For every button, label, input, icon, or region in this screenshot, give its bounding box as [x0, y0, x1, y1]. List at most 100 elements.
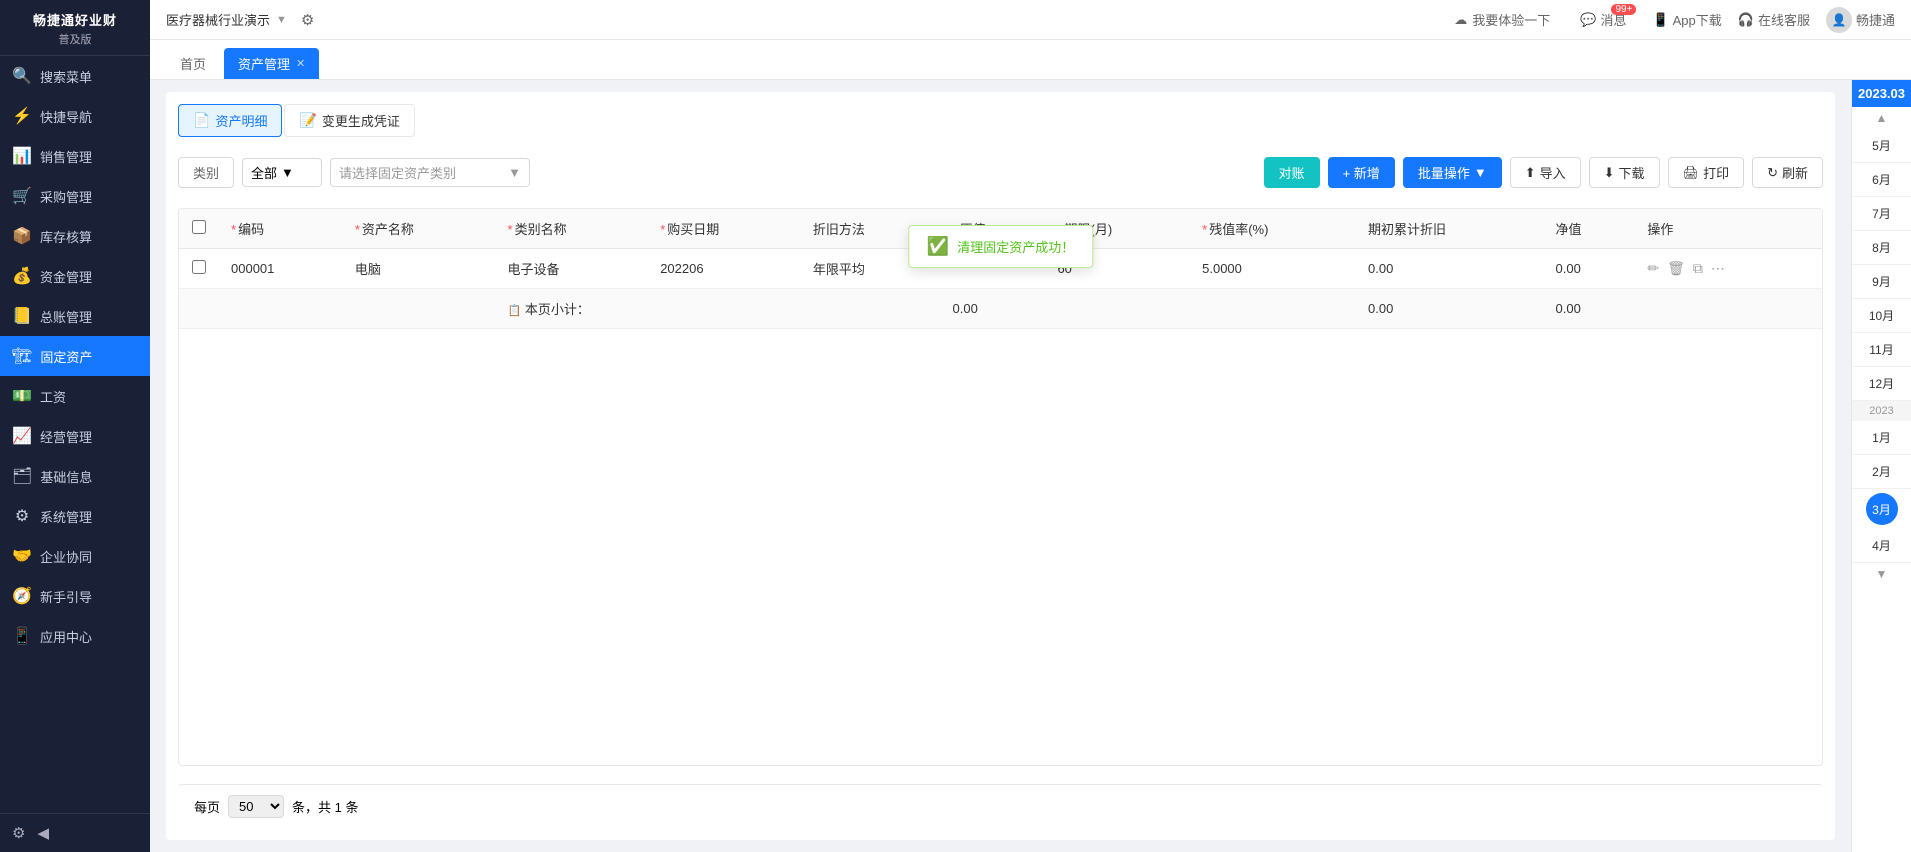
th-initial-accumulated: 期初累计折旧	[1356, 209, 1543, 249]
sidebar-item-search[interactable]: 🔍 搜索菜单	[0, 56, 150, 96]
delete-icon[interactable]: 🗑	[1667, 260, 1685, 277]
calendar-month-12[interactable]: 12月	[1852, 367, 1911, 401]
tab-close-icon[interactable]: ✕	[296, 57, 305, 70]
download-button[interactable]: ⬇ 下载	[1589, 157, 1660, 188]
edit-icon[interactable]: ✏	[1647, 260, 1659, 277]
sales-icon: 📊	[12, 146, 32, 166]
message-btn[interactable]: 💬 消息 99+	[1580, 10, 1626, 29]
asset-detail-icon: 📄	[193, 112, 210, 129]
refresh-icon: ↻	[1767, 165, 1778, 181]
import-button[interactable]: ⬆ 导入	[1510, 157, 1581, 188]
calendar-month-1[interactable]: 1月	[1852, 421, 1911, 455]
sidebar-item-guide[interactable]: 🧭 新手引导	[0, 576, 150, 616]
app-download-label: App下载	[1673, 10, 1722, 29]
sidebar-item-label: 快捷导航	[40, 107, 92, 126]
calendar-month-7[interactable]: 7月	[1852, 197, 1911, 231]
sidebar-item-inventory[interactable]: 📦 库存核算	[0, 216, 150, 256]
calendar-month-3[interactable]: 3月	[1866, 493, 1898, 525]
operations-icon: 📈	[12, 426, 32, 446]
app-subtitle: 普及版	[59, 31, 92, 47]
sidebar-item-system[interactable]: ⚙ 系统管理	[0, 496, 150, 536]
subtab-asset-detail[interactable]: 📄 资产明细	[178, 104, 282, 137]
sidebar-item-app-center[interactable]: 📱 应用中心	[0, 616, 150, 656]
sidebar-item-purchase[interactable]: 🛒 采购管理	[0, 176, 150, 216]
calendar-month-5[interactable]: 5月	[1852, 129, 1911, 163]
more-icon[interactable]: ⋯	[1711, 260, 1725, 277]
sidebar-item-label: 总账管理	[40, 307, 92, 326]
new-button[interactable]: + 新增	[1328, 157, 1395, 188]
sidebar-item-label: 工资	[40, 387, 66, 406]
sidebar-item-base-info[interactable]: 🗂 基础信息	[0, 456, 150, 496]
asset-category-placeholder: 请选择固定资产类别	[339, 163, 456, 182]
toast-message: 清理固定资产成功！	[957, 237, 1074, 256]
calendar-down-icon[interactable]: ▼	[1852, 563, 1911, 585]
table-wrap: *编码 *资产名称 *类别名称 *购买日期 折旧方法 *原值 *期限(月) *残…	[178, 208, 1823, 766]
batch-ops-button[interactable]: 批量操作 ▼	[1403, 157, 1502, 188]
sidebar-item-label: 基础信息	[40, 467, 92, 486]
calendar-panel: 2023.03 ▲ 5月 6月 7月 8月 9月 10月 11月 12月 202…	[1851, 80, 1911, 852]
success-toast: ✅ 清理固定资产成功！	[908, 225, 1093, 268]
refresh-button[interactable]: ↻ 刷新	[1752, 157, 1823, 188]
category-select[interactable]: 全部 ▼	[242, 158, 322, 187]
company-selector[interactable]: 医疗器械行业演示 ▼	[166, 10, 287, 29]
user-menu[interactable]: 👤 畅捷通	[1826, 7, 1895, 33]
select-all-checkbox[interactable]	[192, 220, 206, 234]
sidebar-item-ledger[interactable]: 📒 总账管理	[0, 296, 150, 336]
tab-asset-mgmt[interactable]: 资产管理 ✕	[224, 48, 319, 79]
sidebar: 畅捷通好业财 普及版 🔍 搜索菜单 ⚡ 快捷导航 📊 销售管理 🛒 采购管理 📦…	[0, 0, 150, 852]
sidebar-item-operations[interactable]: 📈 经营管理	[0, 416, 150, 456]
tab-home[interactable]: 首页	[166, 48, 220, 79]
calendar-month-2[interactable]: 2月	[1852, 455, 1911, 489]
app-download-btn[interactable]: 📱 App下载	[1652, 10, 1721, 29]
experience-btn[interactable]: ☁ 我要体验一下	[1454, 10, 1550, 29]
collapse-icon[interactable]: ◀	[37, 824, 49, 842]
copy-icon[interactable]: ⧉	[1693, 260, 1703, 277]
online-service-btn[interactable]: 🎧 在线客服	[1738, 10, 1810, 29]
row-checkbox-cell	[179, 249, 219, 289]
row-checkbox[interactable]	[192, 260, 206, 274]
topbar-right: 💬 消息 99+ 📱 App下载 🎧 在线客服 👤 畅捷通	[1580, 7, 1895, 33]
asset-category-select[interactable]: 请选择固定资产类别 ▼	[330, 158, 530, 187]
subtab-change-voucher-label: 变更生成凭证	[322, 111, 400, 130]
username: 畅捷通	[1856, 10, 1895, 29]
per-page-select[interactable]: 50 10 20 100	[228, 795, 284, 818]
base-info-icon: 🗂	[12, 466, 32, 486]
calendar-month-10[interactable]: 10月	[1852, 299, 1911, 333]
message-badge: 99+	[1611, 4, 1636, 15]
sidebar-item-funds[interactable]: 💰 资金管理	[0, 256, 150, 296]
salary-icon: 💵	[12, 386, 32, 406]
reconcile-button[interactable]: 对账	[1264, 157, 1320, 188]
calendar-month-8[interactable]: 8月	[1852, 231, 1911, 265]
purchase-icon: 🛒	[12, 186, 32, 206]
sidebar-item-fixed-assets[interactable]: 🏗 固定资产	[0, 336, 150, 376]
category-select-arrow: ▼	[281, 165, 294, 180]
topbar-gear-icon[interactable]: ⚙	[301, 11, 314, 29]
calendar-month-11[interactable]: 11月	[1852, 333, 1911, 367]
calendar-scroll[interactable]: ▲ 5月 6月 7月 8月 9月 10月 11月 12月 2023 1月 2月 …	[1852, 107, 1911, 852]
sidebar-item-salary[interactable]: 💵 工资	[0, 376, 150, 416]
sidebar-item-quick-nav[interactable]: ⚡ 快捷导航	[0, 96, 150, 136]
calendar-month-6[interactable]: 6月	[1852, 163, 1911, 197]
batch-ops-arrow: ▼	[1474, 165, 1487, 180]
calendar-month-4[interactable]: 4月	[1852, 529, 1911, 563]
sidebar-item-label: 固定资产	[40, 347, 92, 366]
sidebar-item-label: 销售管理	[40, 147, 92, 166]
sidebar-item-label: 应用中心	[40, 627, 92, 646]
sidebar-item-sales[interactable]: 📊 销售管理	[0, 136, 150, 176]
th-checkbox	[179, 209, 219, 249]
calendar-up-icon[interactable]: ▲	[1852, 107, 1911, 129]
subtotal-net: 0.00	[1544, 289, 1636, 329]
quick-nav-icon: ⚡	[12, 106, 32, 126]
sidebar-item-label: 资金管理	[40, 267, 92, 286]
subtab-change-voucher[interactable]: 📝 变更生成凭证	[284, 104, 414, 137]
per-page-label: 每页	[194, 797, 220, 816]
print-button[interactable]: 🖨 打印	[1668, 157, 1745, 188]
calendar-month-9[interactable]: 9月	[1852, 265, 1911, 299]
sidebar-item-enterprise[interactable]: 🤝 企业协同	[0, 536, 150, 576]
enterprise-icon: 🤝	[12, 546, 32, 566]
settings-icon[interactable]: ⚙	[12, 824, 25, 842]
inventory-icon: 📦	[12, 226, 32, 246]
tabs-bar: 首页 资产管理 ✕	[150, 40, 1911, 80]
toolbar-left: 类别 全部 ▼ 请选择固定资产类别 ▼	[178, 157, 530, 188]
th-actions: 操作	[1635, 209, 1822, 249]
